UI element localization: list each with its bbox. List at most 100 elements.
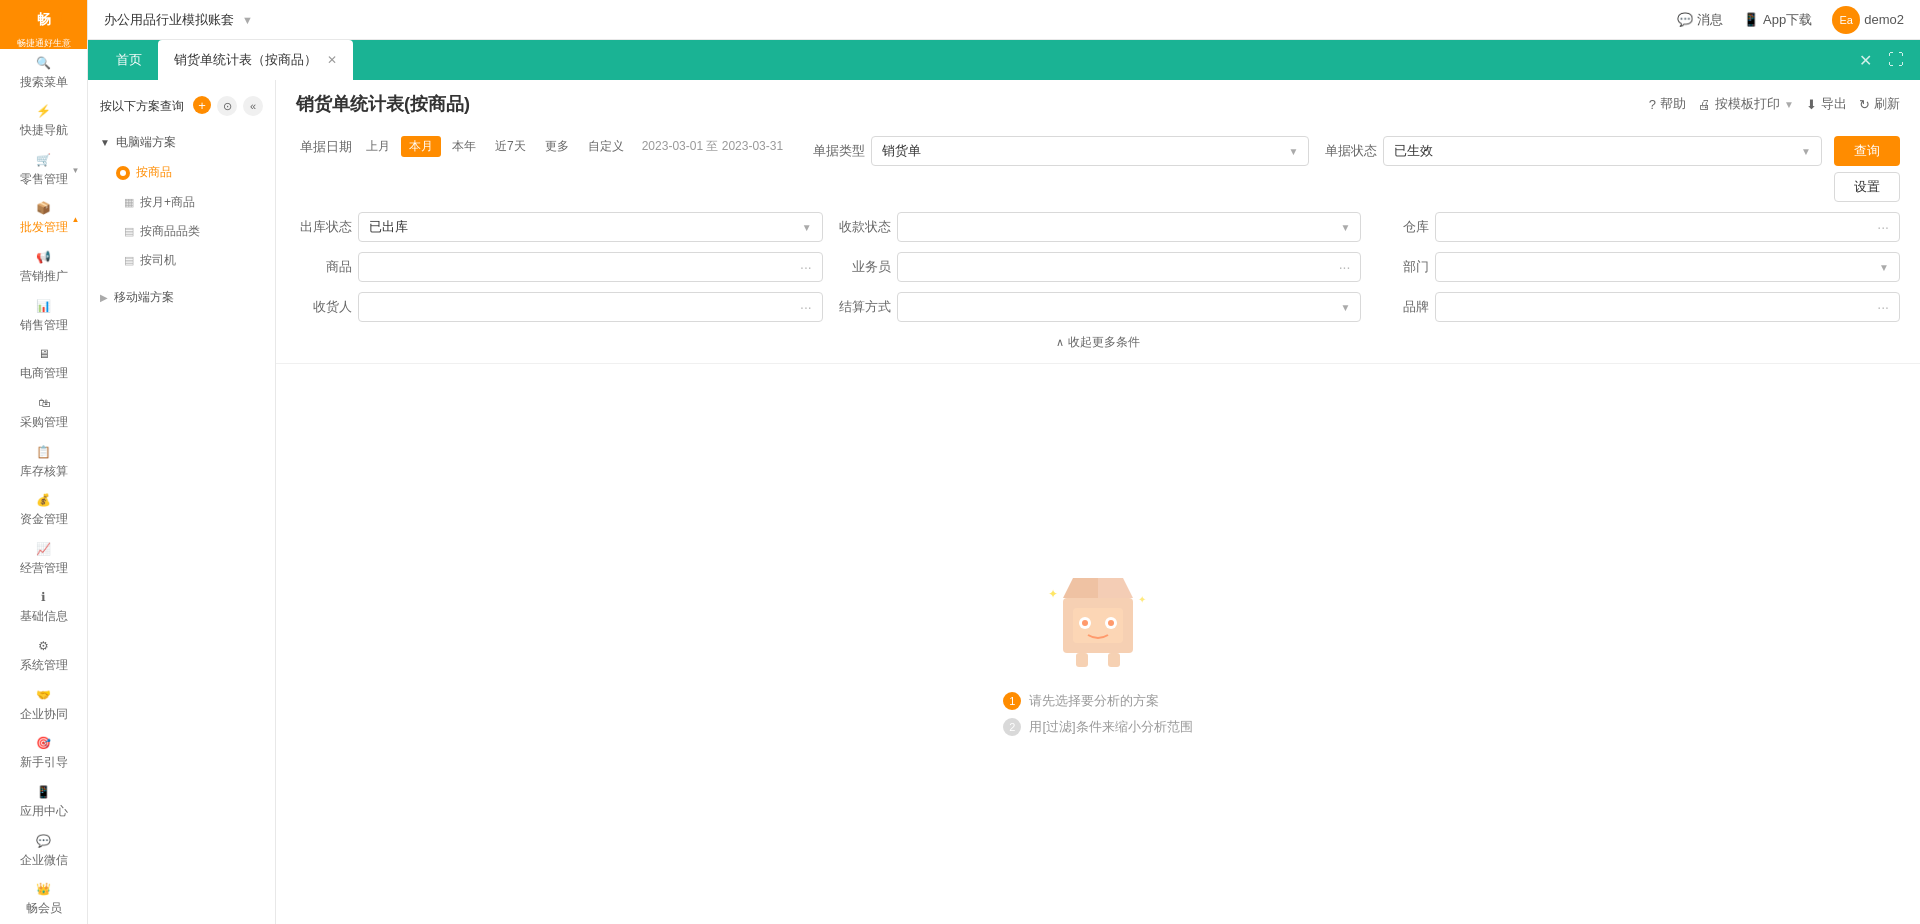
query-btn[interactable]: 查询 (1834, 136, 1900, 166)
export-btn[interactable]: ⬇ 导出 (1806, 95, 1847, 113)
sidebar-item-retail[interactable]: 🛒 零售管理 ▼ (0, 146, 88, 195)
empty-state: ✦ ✦ 1 请先选择要分析的方案 2 用[过滤]条件来缩小分析范围 (276, 364, 1920, 924)
app-logo[interactable]: 畅 畅捷通好生意 (0, 0, 88, 49)
scheme-item-month-label: 按月+商品 (140, 194, 195, 211)
sidebar-item-guide-label: 新手引导 (20, 754, 68, 771)
receiver-label: 收货人 (296, 298, 352, 316)
title-actions: ? 帮助 🖨 按模板打印 ▼ ⬇ 导出 ↻ (1649, 95, 1900, 113)
tab-sales-report[interactable]: 销货单统计表（按商品） ✕ (158, 40, 353, 80)
out-status-select[interactable]: 已出库 ▼ (358, 212, 823, 242)
brand-dots-icon[interactable]: ··· (1877, 299, 1889, 315)
sidebar-item-quicknav[interactable]: ⚡ 快捷导航 (0, 97, 88, 146)
message-btn[interactable]: 💬 消息 (1677, 11, 1723, 29)
dept-select[interactable]: ▼ (1435, 252, 1900, 282)
guide-icon: 🎯 (36, 736, 51, 750)
sidebar-item-member[interactable]: 👑 畅会员 (0, 875, 88, 924)
member-icon: 👑 (36, 882, 51, 896)
settlement-select[interactable]: ▼ (897, 292, 1362, 322)
salesman-dots-icon[interactable]: ··· (1339, 259, 1351, 275)
refresh-btn[interactable]: ↻ 刷新 (1859, 95, 1900, 113)
sidebar-item-ecommerce-label: 电商管理 (20, 365, 68, 382)
download-icon: 📱 (1743, 12, 1759, 27)
tab-fullscreen-btn[interactable]: ⛶ (1884, 47, 1908, 73)
app-download-btn[interactable]: 📱 App下载 (1743, 11, 1812, 29)
collapse-panel-btn[interactable]: « (243, 96, 263, 116)
sidebar-item-operation[interactable]: 📈 经营管理 (0, 535, 88, 584)
warehouse-input[interactable]: ··· (1435, 212, 1900, 242)
goods-dots-icon[interactable]: ··· (800, 259, 812, 275)
mobile-scheme-group: ▶ 移动端方案 (88, 279, 275, 316)
collapse-up-icon: ∧ (1056, 336, 1064, 349)
tab-home[interactable]: 首页 (100, 40, 158, 80)
edit-scheme-btn[interactable]: ⊙ (217, 96, 237, 116)
scheme-item-goods-category[interactable]: ▤ 按商品品类 (88, 217, 275, 246)
mobile-scheme-label: 移动端方案 (114, 289, 174, 306)
sidebar-item-system[interactable]: ⚙ 系统管理 (0, 632, 88, 681)
sidebar-item-basic[interactable]: ℹ 基础信息 (0, 584, 88, 633)
empty-illustration: ✦ ✦ (1038, 553, 1158, 676)
goods-input[interactable]: ··· (358, 252, 823, 282)
out-status-cell: 出库状态 已出库 ▼ (296, 212, 823, 242)
help-btn[interactable]: ? 帮助 (1649, 95, 1686, 113)
sidebar-item-ecommerce[interactable]: 🖥 电商管理 (0, 341, 88, 390)
settlement-arrow-icon: ▼ (1340, 302, 1350, 313)
warehouse-dots-icon[interactable]: ··· (1877, 219, 1889, 235)
mobile-scheme-group-title[interactable]: ▶ 移动端方案 (88, 283, 275, 312)
date-tab-last-month[interactable]: 上月 (358, 136, 398, 157)
doc-status-select[interactable]: 已生效 ▼ (1383, 136, 1822, 166)
payment-status-select[interactable]: ▼ (897, 212, 1362, 242)
date-tab-this-month[interactable]: 本月 (401, 136, 441, 157)
sidebar-item-guide[interactable]: 🎯 新手引导 (0, 730, 88, 779)
sidebar-item-inventory[interactable]: 📋 库存核算 (0, 438, 88, 487)
sidebar-item-search[interactable]: 🔍 搜索菜单 (0, 49, 88, 98)
category-icon: ▤ (124, 225, 134, 238)
add-scheme-btn[interactable]: + (193, 96, 211, 114)
pc-scheme-group-title[interactable]: ▼ 电脑端方案 (88, 128, 275, 157)
marketing-icon: 📢 (36, 250, 51, 264)
date-tab-7days[interactable]: 近7天 (487, 136, 534, 157)
user-profile[interactable]: Ea demo2 (1832, 6, 1904, 34)
sidebar-item-marketing[interactable]: 📢 营销推广 (0, 243, 88, 292)
panel-actions: + ⊙ « (193, 96, 263, 116)
sidebar-item-finance[interactable]: 💰 资金管理 (0, 486, 88, 535)
scheme-item-driver[interactable]: ▤ 按司机 (88, 246, 275, 275)
sidebar-item-wholesale[interactable]: 📦 批发管理 ▲ (0, 195, 88, 244)
scheme-item-month-goods[interactable]: ▦ 按月+商品 (88, 188, 275, 217)
action-buttons: 查询 设置 (1834, 136, 1900, 202)
sidebar-item-appstore[interactable]: 📱 应用中心 (0, 778, 88, 827)
page-container: 按以下方案查询 + ⊙ « ▼ 电脑端方案 (88, 80, 1920, 924)
sidebar-item-sales[interactable]: 📊 销售管理 (0, 292, 88, 341)
left-panel-header: 按以下方案查询 + ⊙ « (88, 92, 275, 124)
doc-type-select[interactable]: 销货单 ▼ (871, 136, 1310, 166)
sidebar-item-wechat[interactable]: 💬 企业微信 (0, 827, 88, 876)
settings-btn[interactable]: 设置 (1834, 172, 1900, 202)
receiver-dots-icon[interactable]: ··· (800, 299, 812, 315)
finance-icon: 💰 (36, 493, 51, 507)
message-label: 消息 (1697, 11, 1723, 29)
sidebar-item-finance-label: 资金管理 (20, 511, 68, 528)
brand-input[interactable]: ··· (1435, 292, 1900, 322)
refresh-label: 刷新 (1874, 95, 1900, 113)
sidebar-item-basic-label: 基础信息 (20, 608, 68, 625)
collapse-row: ∧ 收起更多条件 (296, 326, 1900, 351)
message-icon: 💬 (1677, 12, 1693, 27)
print-btn[interactable]: 🖨 按模板打印 ▼ (1698, 95, 1794, 113)
receiver-input[interactable]: ··· (358, 292, 823, 322)
collapse-filters-btn[interactable]: ∧ 收起更多条件 (1056, 334, 1140, 351)
warehouse-cell: 仓库 ··· (1373, 212, 1900, 242)
sidebar-item-purchase[interactable]: 🛍 采购管理 (0, 389, 88, 438)
date-tab-more[interactable]: 更多 (537, 136, 577, 157)
avatar: Ea (1832, 6, 1860, 34)
tab-close-all-btn[interactable]: ✕ (1855, 47, 1876, 74)
scheme-item-by-goods[interactable]: 按商品 (88, 157, 275, 188)
date-tab-this-year[interactable]: 本年 (444, 136, 484, 157)
sidebar-item-inventory-label: 库存核算 (20, 463, 68, 480)
salesman-input[interactable]: ··· (897, 252, 1362, 282)
doc-type-value: 销货单 (882, 142, 921, 160)
tab-close-icon[interactable]: ✕ (327, 53, 337, 67)
date-tab-custom[interactable]: 自定义 (580, 136, 632, 157)
sidebar-item-collab[interactable]: 🤝 企业协同 (0, 681, 88, 730)
svg-point-7 (1082, 620, 1088, 626)
doc-type-cell: 单据类型 销货单 ▼ (809, 136, 1310, 166)
workspace-selector[interactable]: 办公用品行业模拟账套 ▼ (104, 11, 253, 29)
